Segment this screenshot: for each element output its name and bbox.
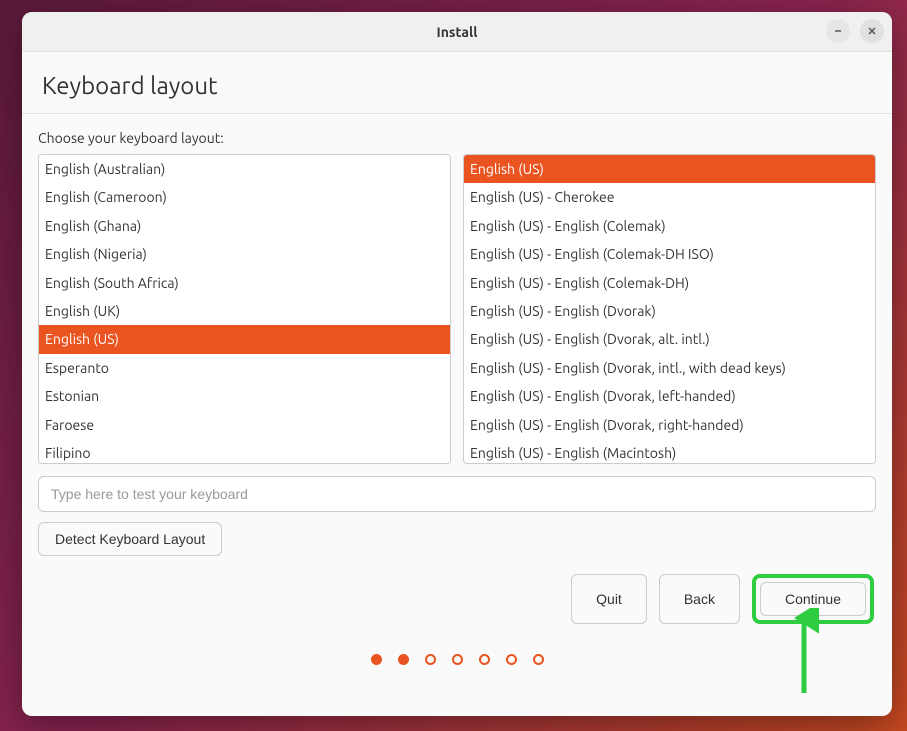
- list-item[interactable]: English (US): [39, 325, 450, 353]
- progress-dot: [506, 654, 517, 665]
- page-header: Keyboard layout: [22, 52, 892, 114]
- minimize-icon: [833, 26, 843, 36]
- variant-list[interactable]: English (US)English (US) - CherokeeEngli…: [463, 154, 876, 464]
- list-item[interactable]: English (South Africa): [39, 269, 450, 297]
- progress-dot: [398, 654, 409, 665]
- choose-label: Choose your keyboard layout:: [38, 130, 876, 146]
- keyboard-test-input[interactable]: [38, 476, 876, 512]
- progress-dot: [479, 654, 490, 665]
- page-title: Keyboard layout: [42, 72, 872, 99]
- close-icon: [867, 26, 877, 36]
- detect-layout-button[interactable]: Detect Keyboard Layout: [38, 522, 222, 556]
- list-item[interactable]: English (US) - English (Colemak): [464, 212, 875, 240]
- nav-buttons: Quit Back Continue: [38, 574, 876, 624]
- list-item[interactable]: Esperanto: [39, 354, 450, 382]
- list-item[interactable]: English (US) - English (Dvorak): [464, 297, 875, 325]
- progress-indicator: [38, 624, 876, 685]
- list-item[interactable]: Filipino: [39, 439, 450, 464]
- list-item[interactable]: English (US) - English (Dvorak, intl., w…: [464, 354, 875, 382]
- continue-highlight: Continue: [752, 574, 874, 624]
- progress-dot: [425, 654, 436, 665]
- list-item[interactable]: English (US) - English (Colemak-DH ISO): [464, 240, 875, 268]
- progress-dot: [371, 654, 382, 665]
- list-item[interactable]: English (US) - English (Dvorak, left-han…: [464, 382, 875, 410]
- language-list[interactable]: English (Australian)English (Cameroon)En…: [38, 154, 451, 464]
- list-item[interactable]: English (US) - Cherokee: [464, 183, 875, 211]
- list-item[interactable]: English (Ghana): [39, 212, 450, 240]
- list-item[interactable]: Estonian: [39, 382, 450, 410]
- progress-dot: [452, 654, 463, 665]
- list-item[interactable]: English (UK): [39, 297, 450, 325]
- list-item[interactable]: English (US) - English (Dvorak, alt. int…: [464, 325, 875, 353]
- list-item[interactable]: English (US): [464, 155, 875, 183]
- window-title: Install: [437, 24, 478, 40]
- list-item[interactable]: English (US) - English (Macintosh): [464, 439, 875, 464]
- titlebar: Install: [22, 12, 892, 52]
- continue-button[interactable]: Continue: [760, 582, 866, 616]
- list-item[interactable]: English (Australian): [39, 155, 450, 183]
- close-button[interactable]: [860, 19, 884, 43]
- window-controls: [826, 19, 884, 43]
- progress-dot: [533, 654, 544, 665]
- list-item[interactable]: English (US) - English (Dvorak, right-ha…: [464, 411, 875, 439]
- quit-button[interactable]: Quit: [571, 574, 647, 624]
- content-area: Choose your keyboard layout: English (Au…: [22, 114, 892, 716]
- layout-lists: English (Australian)English (Cameroon)En…: [38, 154, 876, 464]
- installer-window: Install Keyboard layout Choose your keyb…: [22, 12, 892, 716]
- list-item[interactable]: English (Cameroon): [39, 183, 450, 211]
- list-item[interactable]: Faroese: [39, 411, 450, 439]
- minimize-button[interactable]: [826, 19, 850, 43]
- list-item[interactable]: English (Nigeria): [39, 240, 450, 268]
- list-item[interactable]: English (US) - English (Colemak-DH): [464, 269, 875, 297]
- back-button[interactable]: Back: [659, 574, 740, 624]
